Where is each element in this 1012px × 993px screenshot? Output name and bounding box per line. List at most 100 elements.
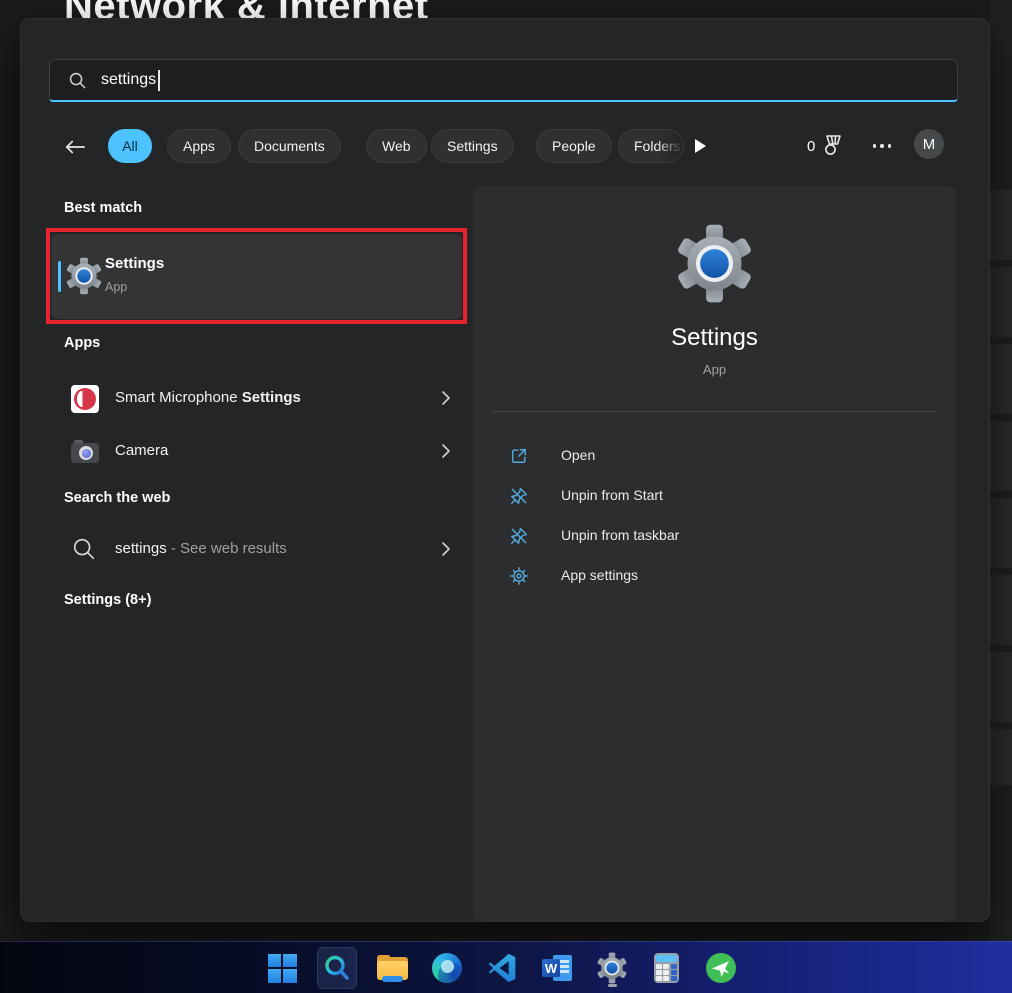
web-query: settings <box>115 540 167 557</box>
web-suffix: - See web results <box>170 540 287 557</box>
settings-gear-icon <box>66 257 102 295</box>
taskbar-calculator-button[interactable] <box>646 947 686 989</box>
smart-microphone-app-icon <box>71 385 99 413</box>
rewards-badge[interactable]: 0 <box>807 131 843 161</box>
green-send-app-icon <box>706 953 736 983</box>
unpin-icon <box>510 527 528 545</box>
filter-tab-settings[interactable]: Settings <box>431 129 514 163</box>
open-external-icon <box>512 449 526 463</box>
back-button[interactable] <box>59 131 91 163</box>
background-list-row <box>990 190 1012 260</box>
taskbar-settings-button[interactable] <box>592 947 632 989</box>
divider <box>492 411 936 412</box>
background-list-row <box>990 498 1012 568</box>
word-letter: W <box>544 960 558 976</box>
chevron-right-icon <box>442 391 450 405</box>
result-title: settings - See web results <box>115 540 287 557</box>
word-icon: W <box>542 953 572 983</box>
taskbar-word-button[interactable]: W <box>537 947 577 989</box>
search-flyout-panel: settings All Apps Documents Web Settings… <box>20 18 990 922</box>
result-title: Camera <box>115 442 169 459</box>
background-list-row <box>990 421 1012 491</box>
user-avatar[interactable]: M <box>914 129 944 159</box>
result-title-prefix: Smart Microphone <box>115 389 242 406</box>
rewards-count: 0 <box>807 137 816 155</box>
taskbar-start-button[interactable] <box>262 947 302 989</box>
calculator-icon <box>653 953 679 983</box>
text-caret <box>158 69 160 91</box>
preview-title: Settings <box>671 324 758 351</box>
taskbar-edge-button[interactable] <box>427 947 467 989</box>
filter-tab-web[interactable]: Web <box>366 129 427 163</box>
filter-tab-people[interactable]: People <box>536 129 612 163</box>
result-web-search[interactable]: settings - See web results <box>49 525 467 575</box>
filter-tab-label: All <box>122 138 138 154</box>
selection-accent-bar <box>58 261 61 292</box>
filter-tab-label: People <box>552 138 596 154</box>
play-icon <box>695 139 706 153</box>
action-open[interactable]: Open <box>492 436 936 476</box>
result-title-match: Settings <box>241 389 301 406</box>
filter-tab-folders[interactable]: Folders <box>618 129 684 163</box>
taskbar-green-send-app-button[interactable] <box>701 947 741 989</box>
background-list-row <box>990 575 1012 645</box>
vscode-icon <box>488 953 516 983</box>
unpin-icon <box>510 487 528 505</box>
filter-tab-apps[interactable]: Apps <box>167 129 231 163</box>
search-input-value: settings <box>101 71 157 88</box>
result-camera[interactable]: Camera <box>49 427 467 477</box>
more-options-button[interactable] <box>867 131 897 161</box>
preview-pane: Settings App Open Unpin from Start Unpin… <box>473 186 956 921</box>
result-smart-microphone-settings[interactable]: Smart Microphone Settings <box>49 374 467 424</box>
filter-tab-documents[interactable]: Documents <box>238 129 341 163</box>
fade-overlay <box>657 130 683 162</box>
background-list-row <box>990 652 1012 722</box>
filter-tab-all[interactable]: All <box>108 129 152 163</box>
best-match-section-label: Best match <box>64 200 143 216</box>
gear-outline-icon <box>510 567 528 585</box>
search-input[interactable]: settings <box>49 59 958 102</box>
taskbar-vscode-button[interactable] <box>482 947 522 989</box>
search-icon <box>69 72 86 88</box>
taskbar: W <box>0 941 1012 993</box>
settings-gear-icon-large <box>676 224 753 303</box>
camera-app-icon <box>71 439 99 467</box>
background-list-row <box>990 344 1012 414</box>
screen: Network & internet settings All Apps Doc… <box>0 0 1012 993</box>
background-list-row <box>990 267 1012 337</box>
taskbar-file-explorer-button[interactable] <box>372 947 412 989</box>
action-unpin-from-start[interactable]: Unpin from Start <box>492 476 936 516</box>
filter-tab-label: Apps <box>183 138 215 154</box>
filter-tab-label: Web <box>382 138 411 154</box>
filter-bar: All Apps Documents Web Settings People F… <box>21 129 991 165</box>
result-title: Smart Microphone Settings <box>115 389 301 406</box>
scroll-tabs-right-button[interactable] <box>687 133 713 159</box>
preview-subtitle: App <box>702 362 727 377</box>
settings-running-indicator <box>608 984 617 987</box>
result-subtitle: App <box>105 280 128 294</box>
action-label: Open <box>561 447 596 463</box>
background-settings-list <box>990 0 1012 941</box>
windows-logo-icon <box>267 953 297 983</box>
settings-gear-icon <box>597 952 627 984</box>
action-label: App settings <box>561 567 639 583</box>
best-match-result-settings[interactable]: Settings App <box>51 234 462 319</box>
web-section-label: Search the web <box>64 490 171 506</box>
background-list-row <box>990 729 1012 785</box>
avatar-initial: M <box>922 135 936 153</box>
search-gradient-icon <box>325 955 349 980</box>
action-label: Unpin from Start <box>561 487 663 503</box>
taskbar-search-button[interactable] <box>317 947 357 989</box>
filter-tab-label: Settings <box>447 138 498 154</box>
apps-section-label: Apps <box>64 335 101 351</box>
search-icon <box>73 538 95 560</box>
file-explorer-icon <box>376 954 408 983</box>
action-label: Unpin from taskbar <box>561 527 680 543</box>
action-unpin-from-taskbar[interactable]: Unpin from taskbar <box>492 516 936 556</box>
chevron-right-icon <box>442 542 450 556</box>
filter-tab-label: Documents <box>254 138 325 154</box>
edge-browser-icon <box>432 953 462 983</box>
result-title: Settings <box>105 255 165 272</box>
action-app-settings[interactable]: App settings <box>492 556 936 596</box>
chevron-right-icon <box>442 444 450 458</box>
